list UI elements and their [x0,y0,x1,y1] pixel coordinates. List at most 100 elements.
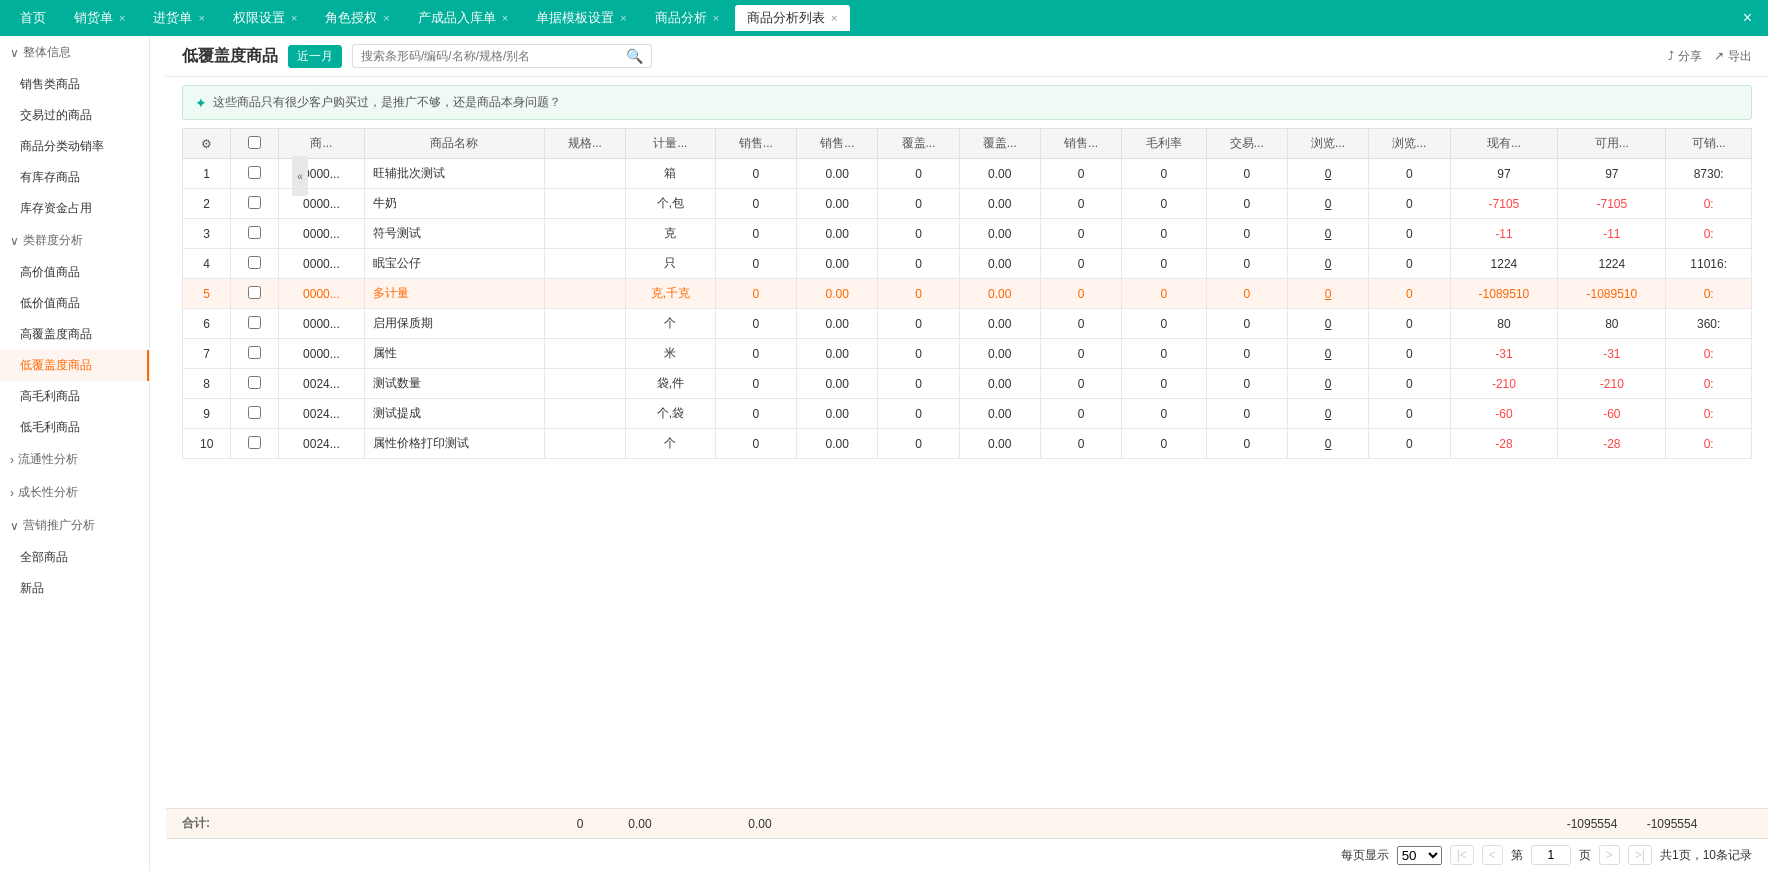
close-icon[interactable]: × [831,12,837,24]
col-gross-rate[interactable]: 毛利率 [1122,129,1206,159]
select-all-checkbox[interactable] [248,136,261,149]
row-browse1[interactable]: 0 [1287,309,1368,339]
row-browse1[interactable]: 0 [1287,219,1368,249]
sidebar-item-sales-goods[interactable]: 销售类商品 [0,69,149,100]
page-size-select[interactable]: 50 20 100 200 [1397,846,1442,865]
nav-tab-template[interactable]: 单据模板设置 × [524,5,638,31]
window-close-button[interactable]: × [1735,5,1760,31]
row-checkbox[interactable] [231,219,279,249]
row-available: -1089510 [1558,279,1666,309]
sidebar-item-low-coverage[interactable]: 低覆盖度商品 [0,350,149,381]
row-select-checkbox[interactable] [248,376,261,389]
col-code[interactable]: 商... [279,129,365,159]
col-coverage2[interactable]: 覆盖... [959,129,1040,159]
sidebar-item-low-margin[interactable]: 低毛利商品 [0,412,149,443]
row-checkbox[interactable] [231,309,279,339]
row-select-checkbox[interactable] [248,226,261,239]
sidebar-section-coverage[interactable]: ∨ 类群度分析 [0,224,149,257]
row-select-checkbox[interactable] [248,316,261,329]
share-button[interactable]: ⤴ 分享 [1668,48,1702,65]
search-icon[interactable]: 🔍 [626,48,643,64]
nav-tab-sales[interactable]: 销货单 × [62,5,137,31]
row-browse1[interactable]: 0 [1287,249,1368,279]
col-unit[interactable]: 计量... [626,129,716,159]
row-select-checkbox[interactable] [248,256,261,269]
row-checkbox[interactable] [231,429,279,459]
gear-icon[interactable]: ⚙ [201,137,212,151]
row-checkbox[interactable] [231,399,279,429]
close-icon[interactable]: × [198,12,204,24]
sidebar-item-category-rate[interactable]: 商品分类动销率 [0,131,149,162]
sidebar-item-high-coverage[interactable]: 高覆盖度商品 [0,319,149,350]
sidebar-item-all-goods[interactable]: 全部商品 [0,542,149,573]
col-spec[interactable]: 规格... [544,129,625,159]
next-page-button[interactable]: > [1599,845,1620,865]
row-browse1[interactable]: 0 [1287,279,1368,309]
nav-tab-goods-analysis[interactable]: 商品分析 × [643,5,731,31]
nav-tab-purchase[interactable]: 进货单 × [141,5,216,31]
row-name: 眠宝公仔 [364,249,544,279]
sidebar-section-growth[interactable]: › 成长性分析 [0,476,149,509]
row-select-checkbox[interactable] [248,406,261,419]
nav-tab-role[interactable]: 角色授权 × [313,5,401,31]
col-available[interactable]: 可用... [1558,129,1666,159]
row-checkbox[interactable] [231,189,279,219]
row-browse1[interactable]: 0 [1287,189,1368,219]
col-sales-days[interactable]: 销售... [1040,129,1121,159]
close-icon[interactable]: × [119,12,125,24]
close-icon[interactable]: × [502,12,508,24]
nav-tab-permissions[interactable]: 权限设置 × [221,5,309,31]
close-icon[interactable]: × [383,12,389,24]
col-name[interactable]: 商品名称 [364,129,544,159]
col-trade[interactable]: 交易... [1206,129,1287,159]
col-coverage1[interactable]: 覆盖... [878,129,959,159]
sidebar-item-low-value[interactable]: 低价值商品 [0,288,149,319]
row-checkbox[interactable] [231,369,279,399]
col-gear[interactable]: ⚙ [183,129,231,159]
col-sales-qty[interactable]: 销售... [715,129,796,159]
row-select-checkbox[interactable] [248,286,261,299]
sidebar-item-new-goods[interactable]: 新品 [0,573,149,604]
sidebar-item-high-margin[interactable]: 高毛利商品 [0,381,149,412]
row-checkbox[interactable] [231,339,279,369]
sidebar-section-promo[interactable]: ∨ 营销推广分析 [0,509,149,542]
row-browse1[interactable]: 0 [1287,369,1368,399]
col-browse2[interactable]: 浏览... [1369,129,1450,159]
row-select-checkbox[interactable] [248,196,261,209]
first-page-button[interactable]: |< [1450,845,1474,865]
sidebar-item-stock-capital[interactable]: 库存资金占用 [0,193,149,224]
export-button[interactable]: ↗ 导出 [1714,48,1752,65]
row-checkbox[interactable] [231,249,279,279]
nav-tab-goods-analysis-list[interactable]: 商品分析列表 × [735,5,849,31]
row-browse1[interactable]: 0 [1287,429,1368,459]
search-input[interactable] [361,49,621,63]
nav-tab-home[interactable]: 首页 [8,5,58,31]
close-icon[interactable]: × [620,12,626,24]
row-checkbox[interactable] [231,159,279,189]
page-number-input[interactable] [1531,845,1571,865]
sidebar-item-traded-goods[interactable]: 交易过的商品 [0,100,149,131]
sidebar-item-high-value[interactable]: 高价值商品 [0,257,149,288]
col-current[interactable]: 现有... [1450,129,1558,159]
row-browse1[interactable]: 0 [1287,399,1368,429]
sidebar-item-in-stock[interactable]: 有库存商品 [0,162,149,193]
nav-tab-inventory[interactable]: 产成品入库单 × [406,5,520,31]
row-spec [544,309,625,339]
row-select-checkbox[interactable] [248,166,261,179]
col-sales-amt[interactable]: 销售... [797,129,878,159]
row-select-checkbox[interactable] [248,436,261,449]
filter-recent-month[interactable]: 近一月 [288,45,342,68]
row-browse1[interactable]: 0 [1287,339,1368,369]
close-icon[interactable]: × [291,12,297,24]
prev-page-button[interactable]: < [1482,845,1503,865]
row-browse1[interactable]: 0 [1287,159,1368,189]
last-page-button[interactable]: >| [1628,845,1652,865]
sidebar-section-flow[interactable]: › 流通性分析 [0,443,149,476]
row-checkbox[interactable] [231,279,279,309]
row-select-checkbox[interactable] [248,346,261,359]
col-sellable[interactable]: 可销... [1666,129,1752,159]
close-icon[interactable]: × [713,12,719,24]
sidebar-section-overall[interactable]: ∨ 整体信息 [0,36,149,69]
col-browse1[interactable]: 浏览... [1287,129,1368,159]
sidebar-collapse-button[interactable]: « [292,156,308,196]
